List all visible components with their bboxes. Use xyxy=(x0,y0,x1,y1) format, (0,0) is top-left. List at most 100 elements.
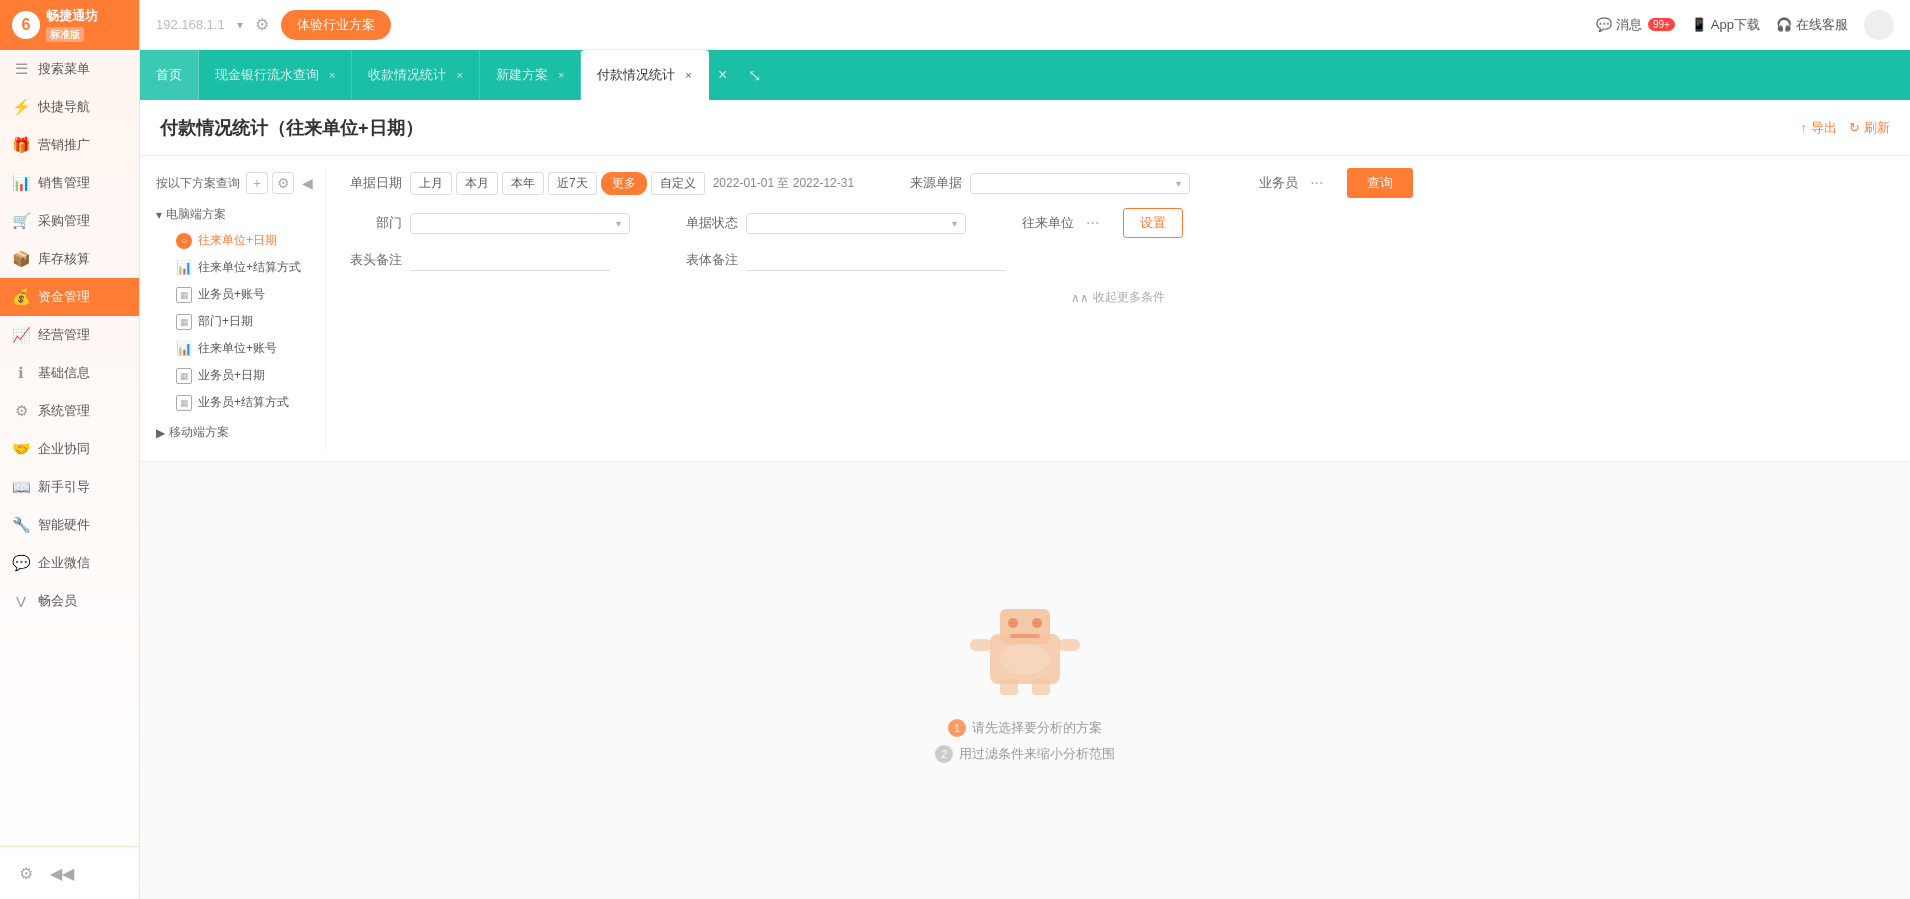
scheme-item-counterpart-date[interactable]: ○ 往来单位+日期 xyxy=(156,227,325,254)
app-name: 畅捷通坊 xyxy=(46,8,98,25)
sidebar-item-inventory[interactable]: 📦 库存核算 xyxy=(0,240,139,278)
date-btn-7days[interactable]: 近7天 xyxy=(548,172,597,195)
sidebar-bottom: ⚙ ◀◀ xyxy=(0,846,139,899)
svg-point-9 xyxy=(1000,644,1050,674)
sidebar-item-wechat[interactable]: 💬 企业微信 xyxy=(0,544,139,582)
refresh-btn[interactable]: ↻ 刷新 xyxy=(1849,119,1890,137)
sidebar-item-member[interactable]: V 畅会员 xyxy=(0,582,139,620)
notification-badge: 99+ xyxy=(1648,18,1675,31)
sidebar-item-quick-nav[interactable]: ⚡ 快捷导航 xyxy=(0,88,139,126)
scheme-item-salesperson-account[interactable]: ▦ 业务员+账号 xyxy=(156,281,325,308)
messages-btn[interactable]: 💬 消息 99+ xyxy=(1596,16,1675,34)
service-icon: 🎧 xyxy=(1776,17,1792,32)
try-industry-btn[interactable]: 体验行业方案 xyxy=(281,10,391,40)
chevron-down-icon[interactable]: ▾ xyxy=(237,18,243,32)
finance-icon: 💰 xyxy=(12,288,30,306)
content-area: 按以下方案查询 + ⚙ ◀ ▾ 电脑端方案 ○ 往来单位+日期 xyxy=(140,156,1910,899)
operations-icon: 📈 xyxy=(12,326,30,344)
scheme-item-counterpart-account[interactable]: 📊 往来单位+账号 xyxy=(156,335,325,362)
date-btn-this-year[interactable]: 本年 xyxy=(502,172,544,195)
query-button[interactable]: 查询 xyxy=(1347,168,1413,198)
page-title: 付款情况统计（往来单位+日期） xyxy=(160,116,423,140)
sidebar-item-enterprise[interactable]: 🤝 企业协同 xyxy=(0,430,139,468)
sidebar-item-guide[interactable]: 📖 新手引导 xyxy=(0,468,139,506)
doc-status-select[interactable]: ▾ xyxy=(746,213,966,234)
filter-form: 单据日期 上月 本月 本年 近7天 更多 自定义 2022-01-01 至 20… xyxy=(326,168,1894,449)
sidebar-item-search[interactable]: ☰ 搜索菜单 xyxy=(0,50,139,88)
sidebar-item-operations[interactable]: 📈 经营管理 xyxy=(0,316,139,354)
sidebar-item-system[interactable]: ⚙ 系统管理 xyxy=(0,392,139,430)
tab-home[interactable]: 首页 xyxy=(140,50,199,100)
table-body-note-input[interactable] xyxy=(746,248,1006,271)
member-icon: V xyxy=(12,592,30,610)
empty-hint-2: 2 用过滤条件来缩小分析范围 xyxy=(935,745,1115,763)
nav-tabbar: 首页 现金银行流水查询 × 收款情况统计 × 新建方案 × 付款情况统计 × ×… xyxy=(140,50,1910,100)
date-btn-last-month[interactable]: 上月 xyxy=(410,172,452,195)
source-select[interactable]: ▾ xyxy=(970,173,1190,194)
close-window-icon[interactable]: × xyxy=(709,61,737,89)
chevron-right-icon: ▶ xyxy=(156,426,165,440)
sidebar-item-finance[interactable]: 💰 资金管理 xyxy=(0,278,139,316)
sidebar-item-hardware[interactable]: 🔧 智能硬件 xyxy=(0,506,139,544)
svg-rect-5 xyxy=(970,639,992,651)
close-tab-cash-bank-icon[interactable]: × xyxy=(329,69,335,81)
dept-select[interactable]: ▾ xyxy=(410,213,630,234)
scheme-item-counterpart-settlement[interactable]: 📊 往来单位+结算方式 xyxy=(156,254,325,281)
settings-gear-icon[interactable]: ⚙ xyxy=(255,15,269,34)
hint2-num: 2 xyxy=(935,745,953,763)
salesperson-label: 业务员 xyxy=(1238,174,1298,192)
scheme-setting-icon[interactable]: ⚙ xyxy=(272,172,294,194)
app-download-btn[interactable]: 📱 App下载 xyxy=(1691,16,1760,34)
mobile-scheme-section-title[interactable]: ▶ 移动端方案 xyxy=(156,420,325,445)
svg-point-3 xyxy=(1032,618,1042,628)
collapse-more-conditions-btn[interactable]: ∧∧ 收起更多条件 xyxy=(342,281,1894,306)
sidebar-item-sales[interactable]: 📊 销售管理 xyxy=(0,164,139,202)
user-avatar[interactable] xyxy=(1864,10,1894,40)
tab-new-plan[interactable]: 新建方案 × xyxy=(480,50,581,100)
svg-rect-8 xyxy=(1032,679,1050,695)
collapse-sidebar-icon[interactable]: ◀◀ xyxy=(48,859,76,887)
close-tab-payment-icon[interactable]: × xyxy=(685,69,691,81)
table-header-note-label: 表头备注 xyxy=(342,251,402,269)
table-header-note-input[interactable] xyxy=(410,248,610,271)
salesperson-more-icon[interactable]: ··· xyxy=(1310,174,1323,192)
doc-status-label: 单据状态 xyxy=(678,214,738,232)
counterpart-more-icon[interactable]: ··· xyxy=(1086,214,1099,232)
online-service-btn[interactable]: 🎧 在线客服 xyxy=(1776,16,1848,34)
settings-icon[interactable]: ⚙ xyxy=(12,859,40,887)
date-btn-this-month[interactable]: 本月 xyxy=(456,172,498,195)
table-body-note-label: 表体备注 xyxy=(678,251,738,269)
sidebar-item-marketing[interactable]: 🎁 营销推广 xyxy=(0,126,139,164)
sidebar-item-basic-info[interactable]: ℹ 基础信息 xyxy=(0,354,139,392)
chart-icon: 📊 xyxy=(176,260,192,276)
message-icon: 💬 xyxy=(1596,17,1612,32)
scheme-item-salesperson-date[interactable]: ▦ 业务员+日期 xyxy=(156,362,325,389)
date-btn-custom[interactable]: 自定义 xyxy=(651,172,705,195)
set-button[interactable]: 设置 xyxy=(1123,208,1183,238)
tab-receivable[interactable]: 收款情况统计 × xyxy=(352,50,479,100)
scheme-item-dept-date[interactable]: ▦ 部门+日期 xyxy=(156,308,325,335)
svg-rect-1 xyxy=(1000,609,1050,644)
sidebar-item-purchase[interactable]: 🛒 采购管理 xyxy=(0,202,139,240)
topbar-window-controls: × ⤡ xyxy=(709,61,769,89)
empty-state: 1 请先选择要分析的方案 2 用过滤条件来缩小分析范围 xyxy=(935,599,1115,763)
tab-payment-stats[interactable]: 付款情况统计 × xyxy=(581,50,708,100)
wechat-icon: 💬 xyxy=(12,554,30,572)
pc-scheme-section-title[interactable]: ▾ 电脑端方案 xyxy=(156,202,325,227)
refresh-icon: ↻ xyxy=(1849,120,1860,135)
chart-icon-2: 📊 xyxy=(176,341,192,357)
add-scheme-icon[interactable]: + xyxy=(246,172,268,194)
close-tab-receivable-icon[interactable]: × xyxy=(456,69,462,81)
date-btn-more[interactable]: 更多 xyxy=(601,172,647,195)
export-btn[interactable]: ↑ 导出 xyxy=(1801,119,1838,137)
scheme-collapse-icon[interactable]: ◀ xyxy=(298,175,317,191)
search-icon: ☰ xyxy=(12,60,30,78)
maximize-icon[interactable]: ⤡ xyxy=(741,61,769,89)
close-tab-new-plan-icon[interactable]: × xyxy=(558,69,564,81)
filter-panel: 按以下方案查询 + ⚙ ◀ ▾ 电脑端方案 ○ 往来单位+日期 xyxy=(140,156,1910,462)
tab-cash-bank[interactable]: 现金银行流水查询 × xyxy=(199,50,352,100)
filter-actions: 查询 xyxy=(1347,168,1413,198)
svg-rect-7 xyxy=(1000,679,1018,695)
active-scheme-icon: ○ xyxy=(176,233,192,249)
scheme-item-salesperson-settlement[interactable]: ▦ 业务员+结算方式 xyxy=(156,389,325,416)
